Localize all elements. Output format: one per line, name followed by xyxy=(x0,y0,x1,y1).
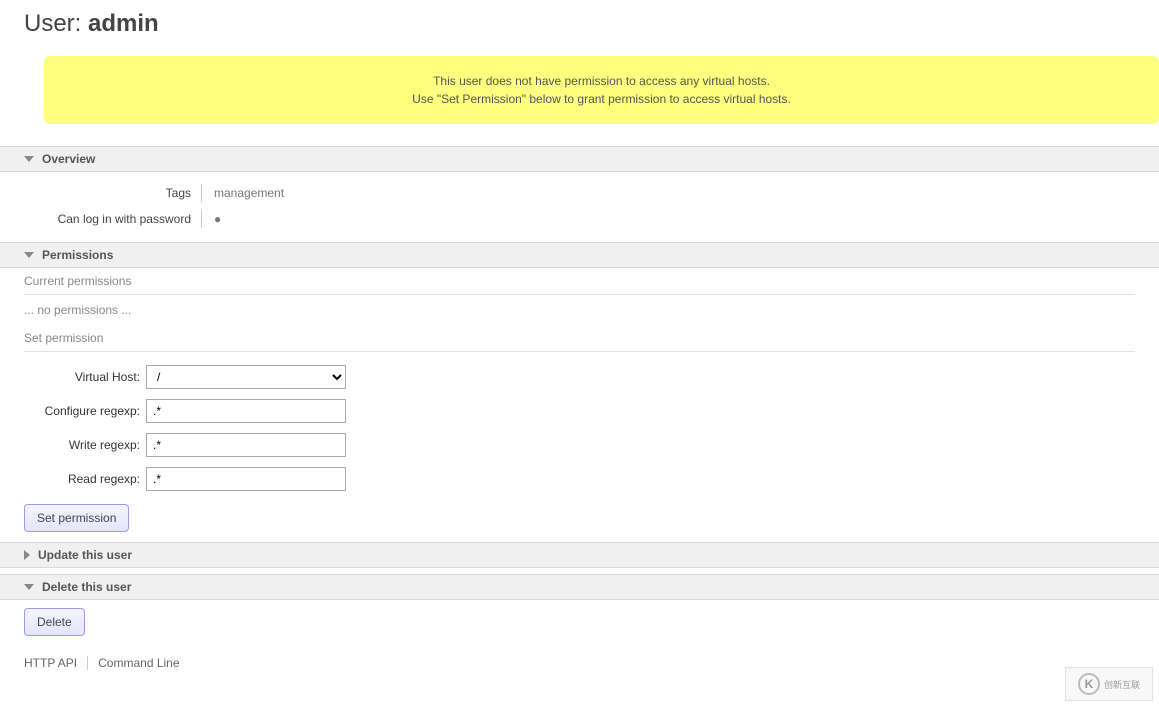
overview-section-body: Tags management Can log in with password… xyxy=(0,172,1159,242)
configure-label: Configure regexp: xyxy=(24,404,146,418)
set-permission-form: Virtual Host: / Configure regexp: Write … xyxy=(0,352,1159,542)
current-permissions-heading: Current permissions xyxy=(24,268,1135,295)
overview-row-tags: Tags management xyxy=(24,180,1135,206)
separator xyxy=(201,210,202,228)
set-permission-heading: Set permission xyxy=(24,325,1135,352)
update-section-header[interactable]: Update this user xyxy=(0,542,1159,568)
update-section-title: Update this user xyxy=(38,548,132,562)
permission-notice: This user does not have permission to ac… xyxy=(44,56,1159,124)
command-line-link[interactable]: Command Line xyxy=(98,656,179,670)
write-input[interactable] xyxy=(146,433,346,457)
chevron-down-icon xyxy=(24,156,34,162)
write-label: Write regexp: xyxy=(24,438,146,452)
chevron-down-icon xyxy=(24,252,34,258)
watermark-icon: K xyxy=(1078,673,1100,695)
delete-section-header[interactable]: Delete this user xyxy=(0,574,1159,600)
page-title: User: admin xyxy=(0,0,1159,56)
read-input[interactable] xyxy=(146,467,346,491)
write-row: Write regexp: xyxy=(0,428,1159,462)
read-row: Read regexp: xyxy=(0,462,1159,496)
overview-section-title: Overview xyxy=(42,152,95,166)
notice-line-1: This user does not have permission to ac… xyxy=(64,72,1139,90)
chevron-down-icon xyxy=(24,584,34,590)
notice-line-2: Use "Set Permission" below to grant perm… xyxy=(64,90,1139,108)
http-api-link[interactable]: HTTP API xyxy=(24,656,77,670)
set-permission-button[interactable]: Set permission xyxy=(24,504,129,532)
page-title-prefix: User: xyxy=(24,10,88,37)
vhost-label: Virtual Host: xyxy=(24,370,146,384)
chevron-right-icon xyxy=(24,550,30,560)
tags-value: management xyxy=(214,186,284,200)
permissions-section-title: Permissions xyxy=(42,248,113,262)
can-login-label: Can log in with password xyxy=(24,212,201,226)
delete-section-title: Delete this user xyxy=(42,580,131,594)
vhost-select[interactable]: / xyxy=(146,365,346,389)
configure-row: Configure regexp: xyxy=(0,394,1159,428)
separator xyxy=(87,656,88,670)
read-label: Read regexp: xyxy=(24,472,146,486)
overview-section-header[interactable]: Overview xyxy=(0,146,1159,172)
configure-input[interactable] xyxy=(146,399,346,423)
footer-links: HTTP API Command Line xyxy=(0,646,1159,680)
permissions-section-header[interactable]: Permissions xyxy=(0,242,1159,268)
watermark-logo: K 创新互联 xyxy=(1065,667,1153,701)
no-permissions-text: ... no permissions ... xyxy=(0,295,1159,325)
delete-button[interactable]: Delete xyxy=(24,608,85,636)
overview-row-can-login: Can log in with password ● xyxy=(24,206,1135,232)
separator xyxy=(201,184,202,202)
tags-label: Tags xyxy=(24,186,201,200)
can-login-value: ● xyxy=(214,212,221,226)
vhost-row: Virtual Host: / xyxy=(0,360,1159,394)
page-title-username: admin xyxy=(88,10,159,37)
watermark-text: 创新互联 xyxy=(1104,678,1140,691)
